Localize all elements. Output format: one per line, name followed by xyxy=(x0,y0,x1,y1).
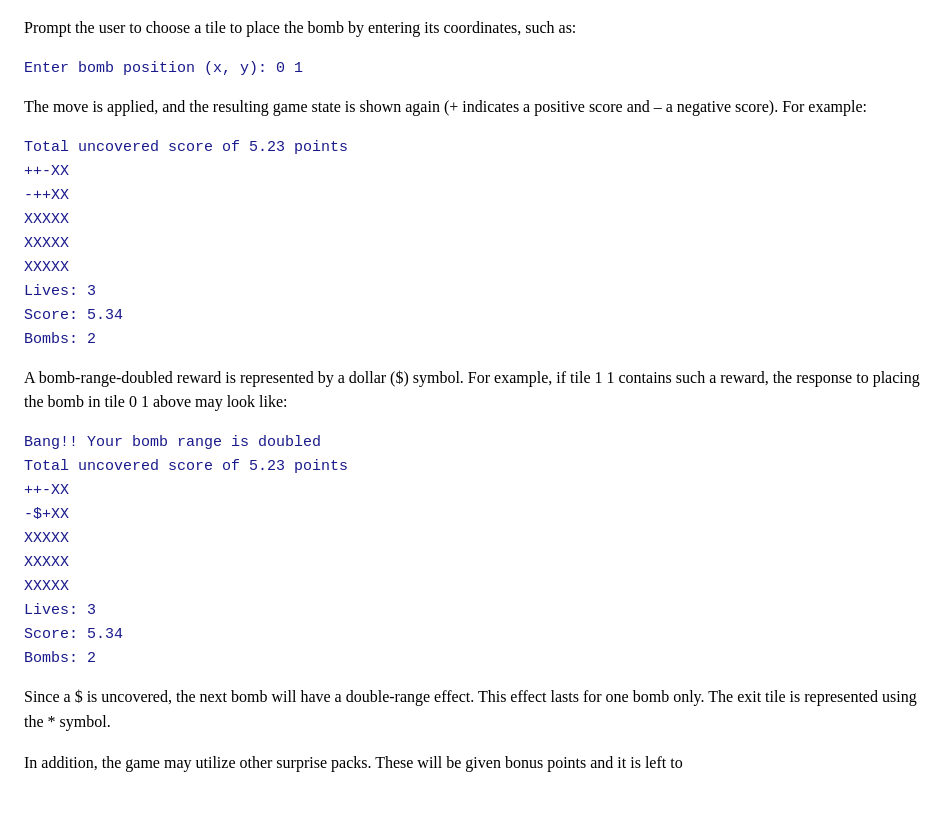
bomb-range-section: A bomb-range-doubled reward is represent… xyxy=(24,366,928,416)
code-example-2: Bang!! Your bomb range is doubled Total … xyxy=(24,431,928,671)
code-enter-position: Enter bomb position (x, y): 0 1 xyxy=(24,57,928,81)
addition-text: In addition, the game may utilize other … xyxy=(24,751,928,776)
addition-section: In addition, the game may utilize other … xyxy=(24,751,928,776)
move-applied-section: The move is applied, and the resulting g… xyxy=(24,95,928,120)
bomb-range-text: A bomb-range-doubled reward is represent… xyxy=(24,366,928,416)
intro-prompt-text: Prompt the user to choose a tile to plac… xyxy=(24,16,928,41)
move-applied-text: The move is applied, and the resulting g… xyxy=(24,95,928,120)
intro-prompt-section: Prompt the user to choose a tile to plac… xyxy=(24,16,928,41)
dollar-explanation-section: Since a $ is uncovered, the next bomb wi… xyxy=(24,685,928,735)
dollar-explanation-text: Since a $ is uncovered, the next bomb wi… xyxy=(24,685,928,735)
code-example-1: Total uncovered score of 5.23 points ++-… xyxy=(24,136,928,352)
